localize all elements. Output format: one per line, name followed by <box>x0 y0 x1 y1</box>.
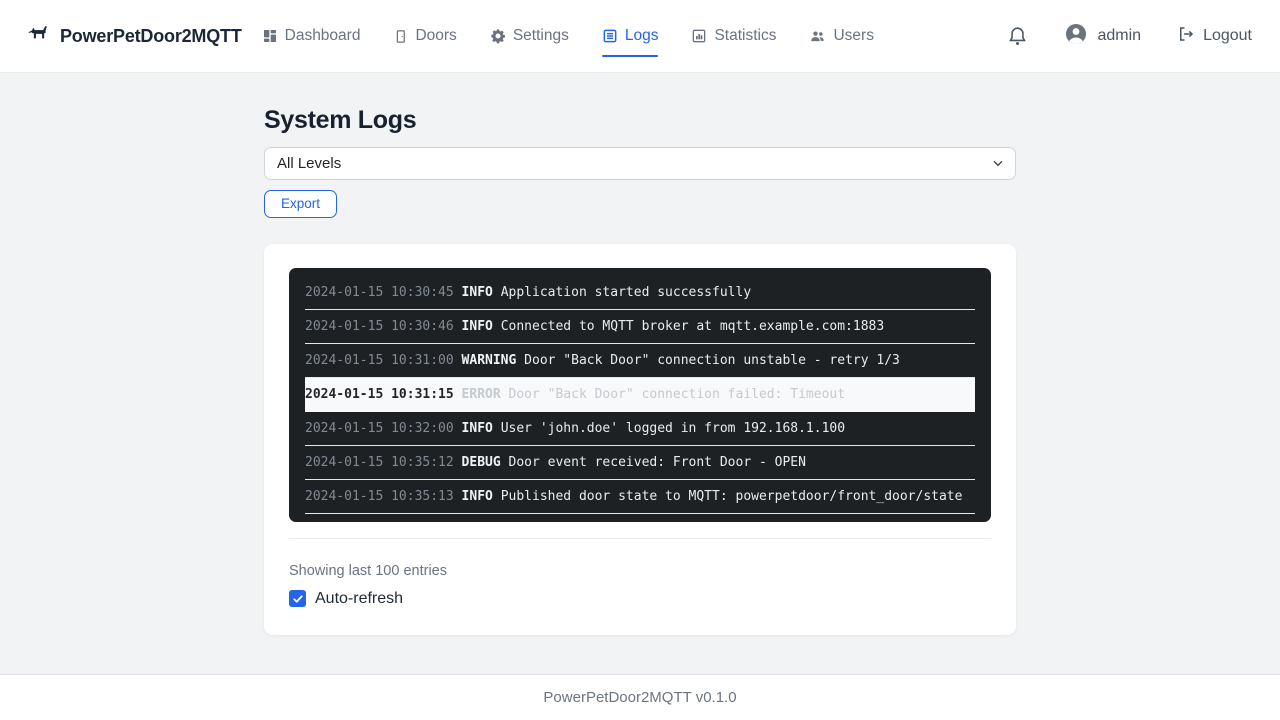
log-list-icon <box>602 28 618 44</box>
log-message: Application started successfully <box>500 284 752 300</box>
log-row: 2024-01-15 10:31:00 WARNING Door "Back D… <box>305 344 975 378</box>
entries-count-note: Showing last 100 entries <box>289 562 447 579</box>
log-timestamp: 2024-01-15 10:35:12 <box>305 454 454 470</box>
logout-button[interactable]: Logout <box>1177 25 1252 48</box>
app-title: PowerPetDoor2MQTT <box>60 25 242 46</box>
nav-item-users[interactable]: Users <box>809 22 874 50</box>
auto-refresh-checkbox[interactable] <box>289 590 306 607</box>
notifications-bell-icon[interactable] <box>1007 25 1028 48</box>
nav-item-label: Users <box>833 27 874 44</box>
footer: PowerPetDoor2MQTT v0.1.0 <box>0 674 1280 720</box>
log-timestamp: 2024-01-15 10:32:00 <box>305 420 454 436</box>
door-icon <box>393 28 408 45</box>
log-row-highlighted-error: 2024-01-15 10:31:15 ERROR Door "Back Doo… <box>305 377 975 412</box>
divider <box>289 537 991 539</box>
main-nav: Dashboard Doors Settings Logs Statistics… <box>262 22 874 57</box>
avatar <box>1064 22 1088 51</box>
dashboard-grid-icon <box>262 28 278 44</box>
username: admin <box>1097 27 1142 44</box>
dog-logo-icon <box>28 25 50 47</box>
log-row: 2024-01-15 10:35:13 INFO Published door … <box>305 480 975 514</box>
logout-label: Logout <box>1203 27 1252 44</box>
user-chip[interactable]: admin <box>1064 22 1141 51</box>
nav-item-label: Dashboard <box>284 27 361 44</box>
log-level: INFO <box>461 284 493 300</box>
log-timestamp: 2024-01-15 10:30:45 <box>305 284 454 300</box>
top-navigation-bar: PowerPetDoor2MQTT Dashboard Doors Settin… <box>0 0 1280 73</box>
logout-icon <box>1177 25 1195 48</box>
log-panel: 2024-01-15 10:30:45 INFO Application sta… <box>289 267 991 522</box>
log-message: Published door state to MQTT: powerpetdo… <box>500 488 963 504</box>
bar-chart-icon <box>691 28 707 44</box>
nav-item-dashboard[interactable]: Dashboard <box>262 22 361 50</box>
log-level: WARNING <box>461 352 517 368</box>
log-level: INFO <box>461 488 493 504</box>
log-message: Connected to MQTT broker at mqtt.example… <box>500 318 885 334</box>
log-level: INFO <box>461 420 493 436</box>
log-row: 2024-01-15 10:32:00 INFO User 'john.doe'… <box>305 412 975 446</box>
log-level-filter: All Levels <box>264 147 1016 180</box>
log-message: Door "Back Door" connection unstable - r… <box>524 352 900 368</box>
log-level: DEBUG <box>461 454 501 470</box>
brand: PowerPetDoor2MQTT <box>28 25 242 47</box>
nav-item-statistics[interactable]: Statistics <box>691 22 776 50</box>
log-card: 2024-01-15 10:30:45 INFO Application sta… <box>264 243 1016 635</box>
nav-item-label: Statistics <box>714 27 777 44</box>
nav-item-logs[interactable]: Logs <box>601 22 659 57</box>
log-timestamp: 2024-01-15 10:30:46 <box>305 318 454 334</box>
log-row: 2024-01-15 10:30:46 INFO Connected to MQ… <box>305 310 975 344</box>
log-message: Door event received: Front Door - OPEN <box>508 454 806 470</box>
nav-item-label: Doors <box>415 27 457 44</box>
log-message: Door "Back Door" connection failed: Time… <box>508 386 846 402</box>
log-level: INFO <box>461 318 493 334</box>
log-timestamp: 2024-01-15 10:35:13 <box>305 488 454 504</box>
log-timestamp: 2024-01-15 10:31:00 <box>305 352 454 368</box>
log-level-select[interactable]: All Levels <box>264 147 1016 180</box>
topbar-right: admin Logout <box>1007 22 1252 51</box>
page-title: System Logs <box>264 106 417 134</box>
log-message: User 'john.doe' logged in from 192.168.1… <box>500 420 846 436</box>
nav-item-label: Logs <box>624 27 659 44</box>
nav-item-settings[interactable]: Settings <box>490 22 569 50</box>
log-level: ERROR <box>461 386 501 402</box>
export-button[interactable]: Export <box>264 190 338 218</box>
auto-refresh-label: Auto-refresh <box>315 589 404 607</box>
main-content: System Logs All Levels Export 2024-01-15… <box>0 73 1280 674</box>
log-timestamp: 2024-01-15 10:31:15 <box>305 386 454 402</box>
auto-refresh-control: Auto-refresh <box>289 590 991 608</box>
users-icon <box>809 28 826 44</box>
nav-item-label: Settings <box>512 27 569 44</box>
nav-item-doors[interactable]: Doors <box>393 22 457 50</box>
gear-icon <box>490 28 506 44</box>
log-row: 2024-01-15 10:35:12 DEBUG Door event rec… <box>305 446 975 480</box>
app-version: PowerPetDoor2MQTT v0.1.0 <box>543 689 737 706</box>
log-row: 2024-01-15 10:30:45 INFO Application sta… <box>305 276 975 310</box>
